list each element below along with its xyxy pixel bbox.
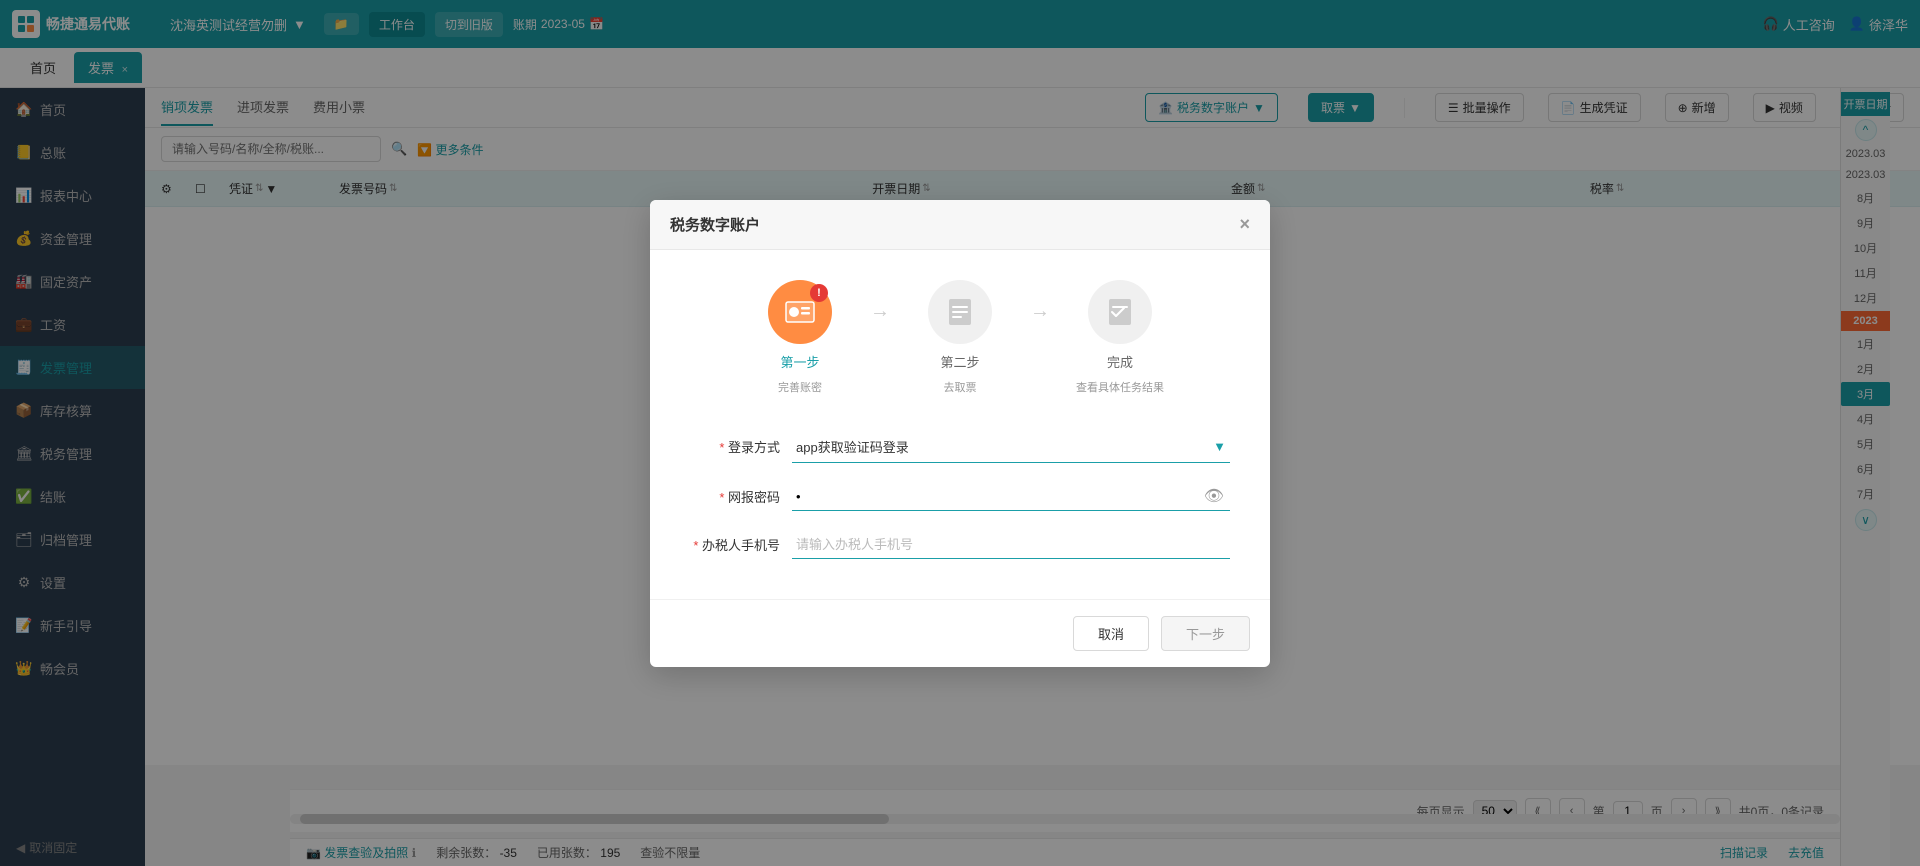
tax-digital-modal: 税务数字账户 × ! 第一步 bbox=[650, 200, 1270, 667]
step-2-icon bbox=[928, 280, 992, 344]
password-input-wrap: 👁 bbox=[792, 483, 1230, 511]
password-input[interactable] bbox=[792, 483, 1198, 510]
steps-row: ! 第一步 完善账密 → 第 bbox=[690, 280, 1230, 395]
step-2: 第二步 去取票 bbox=[890, 280, 1030, 395]
arrow-2: → bbox=[1030, 300, 1050, 323]
modal-close-btn[interactable]: × bbox=[1239, 215, 1250, 233]
step-3-label: 完成 bbox=[1107, 352, 1133, 371]
login-method-field: app获取验证码登录 ▼ bbox=[792, 431, 1230, 463]
phone-field bbox=[792, 531, 1230, 559]
step-2-label: 第二步 bbox=[940, 352, 979, 371]
phone-label: 办税人手机号 bbox=[690, 535, 780, 554]
login-method-row: 登录方式 app获取验证码登录 ▼ bbox=[690, 431, 1230, 463]
login-method-select[interactable]: app获取验证码登录 ▼ bbox=[792, 431, 1230, 463]
phone-input[interactable] bbox=[792, 531, 1230, 559]
eye-toggle-icon[interactable]: 👁 bbox=[1198, 486, 1230, 506]
step-3-desc: 查看具体任务结果 bbox=[1076, 379, 1164, 395]
modal-overlay[interactable]: 税务数字账户 × ! 第一步 bbox=[0, 0, 1920, 866]
next-step-button[interactable]: 下一步 bbox=[1161, 616, 1250, 651]
modal-title: 税务数字账户 bbox=[670, 214, 760, 235]
phone-row: 办税人手机号 bbox=[690, 531, 1230, 559]
step-1-desc: 完善账密 bbox=[778, 379, 822, 395]
step-1-label: 第一步 bbox=[780, 352, 819, 371]
modal-footer: 取消 下一步 bbox=[650, 599, 1270, 667]
select-dropdown-icon: ▼ bbox=[1213, 439, 1226, 454]
step-3: 完成 查看具体任务结果 bbox=[1050, 280, 1190, 395]
step-1: ! 第一步 完善账密 bbox=[730, 280, 870, 395]
arrow-1: → bbox=[870, 300, 890, 323]
step-3-icon bbox=[1088, 280, 1152, 344]
modal-header: 税务数字账户 × bbox=[650, 200, 1270, 250]
login-method-label: 登录方式 bbox=[690, 437, 780, 456]
step-1-error-badge: ! bbox=[810, 284, 828, 302]
step-2-desc: 去取票 bbox=[944, 379, 977, 395]
modal-body: ! 第一步 完善账密 → 第 bbox=[650, 250, 1270, 599]
password-label: 网报密码 bbox=[690, 487, 780, 506]
password-field: 👁 bbox=[792, 483, 1230, 511]
cancel-button[interactable]: 取消 bbox=[1073, 616, 1149, 651]
step-1-icon: ! bbox=[768, 280, 832, 344]
password-row: 网报密码 👁 bbox=[690, 483, 1230, 511]
